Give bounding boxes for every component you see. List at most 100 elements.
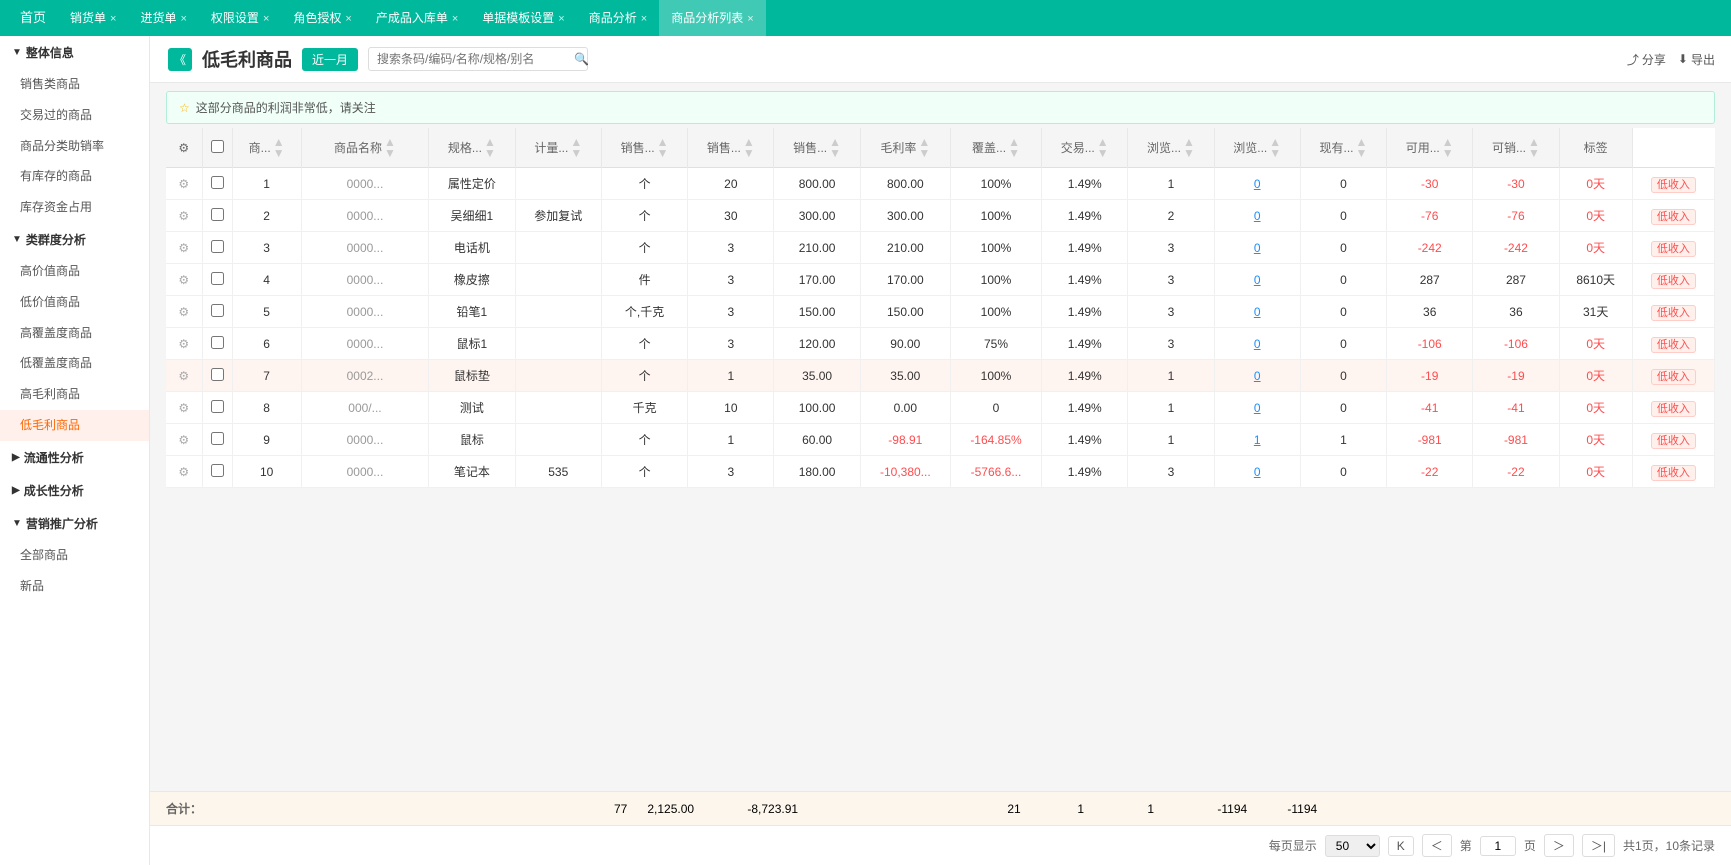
row-checkbox[interactable] (211, 176, 224, 189)
th-sales-profit[interactable]: 销售...▲▼ (774, 128, 860, 168)
cell-checkbox[interactable] (202, 296, 232, 328)
cell-browse1[interactable]: 0 (1214, 360, 1300, 392)
nav-home[interactable]: 首页 (8, 0, 58, 36)
th-gross-margin[interactable]: 毛利率▲▼ (860, 128, 950, 168)
date-filter-button[interactable]: 近一月 (302, 48, 358, 71)
cell-browse1[interactable]: 0 (1214, 328, 1300, 360)
table-container[interactable]: ⚙ 商...▲▼ 商品名称▲▼ 规格...▲▼ 计量...▲▼ (150, 128, 1731, 791)
cell-browse1[interactable]: 0 (1214, 296, 1300, 328)
nav-role-auth[interactable]: 角色授权× (281, 0, 363, 36)
next-page-button[interactable]: ＞ (1544, 834, 1574, 857)
nav-product-analysis[interactable]: 商品分析× (577, 0, 659, 36)
cell-settings[interactable]: ⚙ (166, 296, 202, 328)
search-icon[interactable]: 🔍 (574, 52, 589, 66)
cell-browse1[interactable]: 0 (1214, 232, 1300, 264)
page-number-input[interactable] (1480, 836, 1516, 856)
cell-browse1[interactable]: 0 (1214, 392, 1300, 424)
th-name[interactable]: 商品名称▲▼ (301, 128, 428, 168)
row-checkbox[interactable] (211, 400, 224, 413)
sidebar-item-category-assist[interactable]: 商品分类助销率 (0, 131, 149, 162)
sidebar-item-low-value[interactable]: 低价值商品 (0, 287, 149, 318)
sidebar-section-marketing[interactable]: ▼ 营销推广分析 (0, 507, 149, 540)
nav-purchase-order[interactable]: 进货单× (128, 0, 198, 36)
cell-checkbox[interactable] (202, 456, 232, 488)
sidebar-item-new-goods[interactable]: 新品 (0, 571, 149, 602)
th-transaction[interactable]: 交易...▲▼ (1042, 128, 1128, 168)
cell-settings[interactable]: ⚙ (166, 168, 202, 200)
sidebar-item-high-value[interactable]: 高价值商品 (0, 256, 149, 287)
cell-settings[interactable]: ⚙ (166, 232, 202, 264)
nav-product-analysis-list[interactable]: 商品分析列表× (659, 0, 765, 36)
cell-checkbox[interactable] (202, 424, 232, 456)
nav-template-settings[interactable]: 单据模板设置× (470, 0, 576, 36)
row-checkbox[interactable] (211, 304, 224, 317)
select-all-checkbox[interactable] (211, 140, 224, 153)
sidebar-section-cluster[interactable]: ▼ 类群度分析 (0, 223, 149, 256)
prev-page-button[interactable]: ＜ (1422, 834, 1452, 857)
nav-product-entry[interactable]: 产成品入库单× (364, 0, 470, 36)
sidebar-item-stocked-goods[interactable]: 有库存的商品 (0, 161, 149, 192)
sidebar-section-growth[interactable]: ▶ 成长性分析 (0, 474, 149, 507)
cell-checkbox[interactable] (202, 264, 232, 296)
cell-browse1[interactable]: 0 (1214, 456, 1300, 488)
th-unit[interactable]: 计量...▲▼ (515, 128, 601, 168)
cell-settings[interactable]: ⚙ (166, 200, 202, 232)
nav-sales-order[interactable]: 销货单× (58, 0, 128, 36)
th-coverage[interactable]: 覆盖...▲▼ (950, 128, 1041, 168)
sidebar-item-high-margin[interactable]: 高毛利商品 (0, 379, 149, 410)
sidebar-item-all-goods[interactable]: 全部商品 (0, 540, 149, 571)
row-checkbox[interactable] (211, 272, 224, 285)
page-size-select[interactable]: 10 20 50 100 (1325, 835, 1380, 857)
row-checkbox[interactable] (211, 368, 224, 381)
cell-browse1[interactable]: 0 (1214, 200, 1300, 232)
row-checkbox[interactable] (211, 464, 224, 477)
th-checkbox[interactable] (202, 128, 232, 168)
sidebar-section-liquidity[interactable]: ▶ 流通性分析 (0, 441, 149, 474)
th-saleable-stock[interactable]: 可销...▲▼ (1473, 128, 1559, 168)
sidebar-section-overall[interactable]: ▼ 整体信息 (0, 36, 149, 69)
row-checkbox[interactable] (211, 240, 224, 253)
last-page-button[interactable]: ＞| (1582, 834, 1615, 857)
sidebar-item-low-margin[interactable]: 低毛利商品 (0, 410, 149, 441)
nav-permission-settings[interactable]: 权限设置× (199, 0, 281, 36)
share-button[interactable]: ⤴ 分享 (1627, 51, 1666, 68)
row-checkbox[interactable] (211, 432, 224, 445)
cell-browse1[interactable]: 0 (1214, 264, 1300, 296)
cell-checkbox[interactable] (202, 232, 232, 264)
th-code[interactable]: 商...▲▼ (232, 128, 301, 168)
row-checkbox[interactable] (211, 208, 224, 221)
cell-settings[interactable]: ⚙ (166, 264, 202, 296)
sidebar-item-stock-capital[interactable]: 库存资金占用 (0, 192, 149, 223)
th-settings[interactable]: ⚙ (166, 128, 202, 168)
th-tag[interactable]: 标签 (1559, 128, 1632, 168)
row-checkbox[interactable] (211, 336, 224, 349)
th-current-stock[interactable]: 现有...▲▼ (1300, 128, 1386, 168)
th-browse1[interactable]: 浏览...▲▼ (1128, 128, 1214, 168)
sidebar-item-high-coverage[interactable]: 高覆盖度商品 (0, 318, 149, 349)
cell-settings[interactable]: ⚙ (166, 424, 202, 456)
cell-checkbox[interactable] (202, 328, 232, 360)
cell-browse1[interactable]: 1 (1214, 424, 1300, 456)
sidebar-item-sales-goods[interactable]: 销售类商品 (0, 69, 149, 100)
cell-settings[interactable]: ⚙ (166, 328, 202, 360)
th-sales-qty[interactable]: 销售...▲▼ (601, 128, 687, 168)
cell-checkbox[interactable] (202, 200, 232, 232)
first-page-button[interactable]: K (1388, 836, 1414, 856)
cell-settings[interactable]: ⚙ (166, 456, 202, 488)
sidebar-collapse-button[interactable]: 《 (168, 48, 192, 71)
cell-checkbox[interactable] (202, 360, 232, 392)
sidebar-item-traded-goods[interactable]: 交易过的商品 (0, 100, 149, 131)
th-available-stock[interactable]: 可用...▲▼ (1387, 128, 1473, 168)
cell-checkbox[interactable] (202, 168, 232, 200)
cell-checkbox[interactable] (202, 392, 232, 424)
cell-browse1[interactable]: 0 (1214, 168, 1300, 200)
sidebar-item-low-coverage[interactable]: 低覆盖度商品 (0, 348, 149, 379)
cell-settings[interactable]: ⚙ (166, 360, 202, 392)
total-sales-qty: 77 (614, 802, 627, 816)
export-button[interactable]: ⬇ 导出 (1678, 51, 1715, 68)
cell-settings[interactable]: ⚙ (166, 392, 202, 424)
th-browse2[interactable]: 浏览...▲▼ (1214, 128, 1300, 168)
th-spec[interactable]: 规格...▲▼ (429, 128, 515, 168)
search-input[interactable] (368, 47, 588, 71)
th-sales-amount[interactable]: 销售...▲▼ (688, 128, 774, 168)
